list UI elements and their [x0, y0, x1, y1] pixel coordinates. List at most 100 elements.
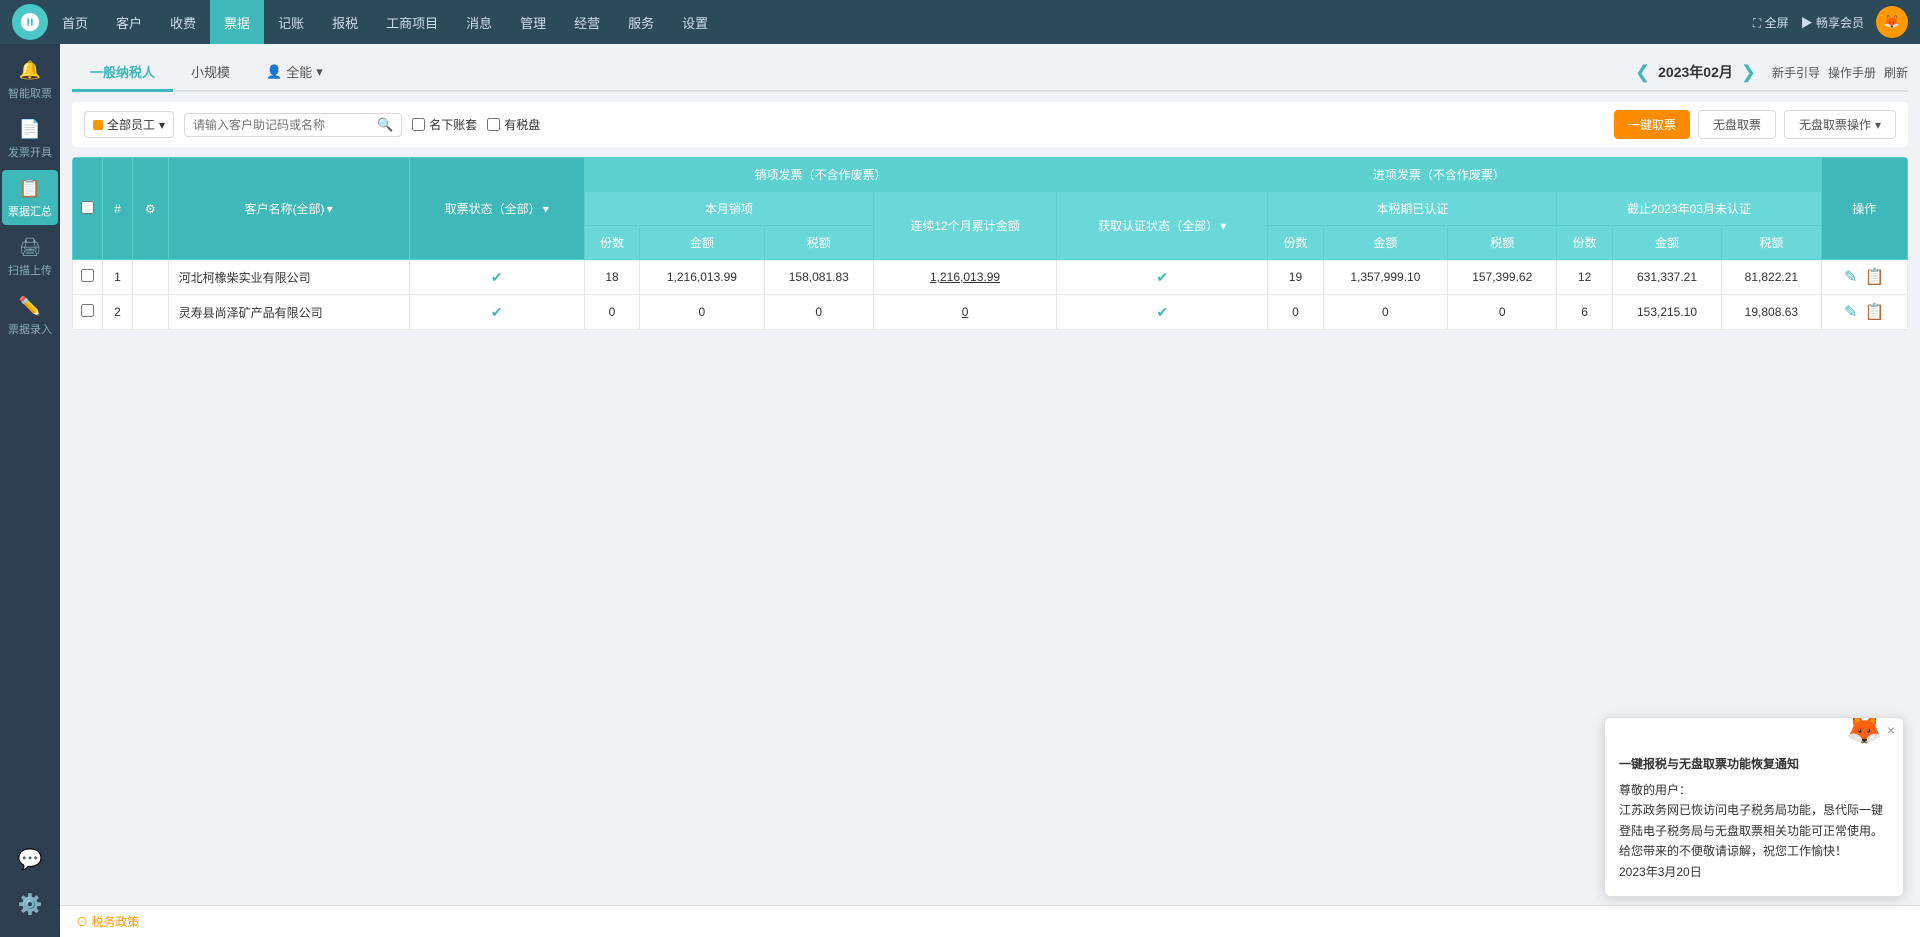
tax-policy-link[interactable]: ⊙ 税务政策 [76, 913, 139, 930]
notif-title: 一键报税与无盘取票功能恢复通知 [1619, 754, 1889, 774]
vip-btn[interactable]: ▶ 畅享会员 [1801, 14, 1864, 31]
new-guide-btn[interactable]: 新手引导 [1772, 64, 1820, 81]
tab-all-in-one[interactable]: 👤 全能 ▾ [248, 54, 341, 92]
employee-select[interactable]: 全部员工 ▾ [84, 111, 174, 138]
notif-close-btn[interactable]: × [1887, 722, 1895, 738]
row-tax2-1: 0 [1448, 295, 1557, 330]
row-tax-0: 158,081.83 [764, 260, 873, 295]
row-checkbox-0[interactable] [73, 260, 103, 295]
table-row: 1 河北柯橡柴实业有限公司 ✔ 18 1,216,013.99 158,081.… [73, 260, 1908, 295]
sidebar-item-invoice-open[interactable]: 📄 发票开具 [2, 111, 58, 166]
row-num-0: 1 [103, 260, 133, 295]
th-status: 取票状态（全部） ▾ [409, 158, 584, 260]
avatar[interactable]: 🦊 [1876, 6, 1908, 38]
nav-service[interactable]: 服务 [614, 0, 668, 44]
refresh-btn[interactable]: 刷新 [1884, 64, 1908, 81]
tax-disk-label: 有税盘 [504, 116, 540, 133]
checkbox-tax-disk[interactable]: 有税盘 [487, 116, 540, 133]
row-cumulative-0: 1,216,013.99 [873, 260, 1056, 295]
nav-tickets[interactable]: 票据 [210, 0, 264, 44]
select-all-checkbox[interactable] [81, 201, 94, 214]
no-disk-ticket-btn[interactable]: 无盘取票 [1698, 110, 1776, 139]
table-row: 2 灵寿县尚泽矿产品有限公司 ✔ 0 0 0 0 ✔ 0 0 0 6 153,2… [73, 295, 1908, 330]
main-table: # ⚙ 客户名称(全部) ▾ 取票状态（全部） ▾ 销项 [72, 157, 1908, 330]
row-tax3-1: 19,808.63 [1722, 295, 1821, 330]
row-cert-status-1: ✔ [1057, 295, 1268, 330]
nav-settings[interactable]: 设置 [668, 0, 722, 44]
tab-general-taxpayer[interactable]: 一般纳税人 [72, 54, 173, 92]
row-shares2-0: 19 [1268, 260, 1323, 295]
row-amount2-1: 0 [1323, 295, 1447, 330]
th-amount: 金额 [640, 226, 764, 260]
edit-icon-0[interactable]: ✎ [1844, 269, 1857, 286]
edit-icon-1[interactable]: ✎ [1844, 304, 1857, 321]
logo[interactable] [12, 4, 48, 40]
th-uncertified: 截止2023年03月未认证 [1557, 192, 1821, 226]
sidebar-item-ticket-entry[interactable]: ✏️ 票据录入 [2, 288, 58, 343]
filter-icon-status[interactable]: ▾ [543, 202, 549, 216]
nav-home[interactable]: 首页 [48, 0, 102, 44]
copy-icon-1[interactable]: 📋 [1865, 304, 1885, 321]
sidebar-label-ticket-entry: 票据录入 [8, 321, 52, 337]
fullscreen-btn[interactable]: ⛶ 全屏 [1753, 14, 1789, 31]
checkbox-sub-account[interactable]: 名下账套 [412, 116, 477, 133]
nav-operation[interactable]: 经营 [560, 0, 614, 44]
sidebar-label-smart-ticket: 智能取票 [8, 85, 52, 101]
chat-icon[interactable]: 💬 [10, 839, 51, 880]
tab-small-scale[interactable]: 小规模 [173, 54, 248, 92]
search-icon[interactable]: 🔍 [377, 117, 393, 133]
manual-btn[interactable]: 操作手册 [1828, 64, 1876, 81]
period-label: 2023年02月 [1658, 62, 1733, 82]
nav-customer[interactable]: 客户 [102, 0, 156, 44]
chevron-down-icon[interactable]: ▾ [316, 64, 323, 80]
sidebar-bottom: 💬 ⚙️ [10, 839, 51, 937]
filter-icon-cert[interactable]: ▾ [1220, 219, 1226, 233]
row-shares3-1: 6 [1557, 295, 1612, 330]
row-amount-0: 1,216,013.99 [640, 260, 764, 295]
settings-icon[interactable]: ⚙️ [10, 884, 51, 925]
th-tax3: 税额 [1722, 226, 1821, 260]
sidebar-item-smart-ticket[interactable]: 🔔 智能取票 [2, 52, 58, 107]
row-cumulative-1: 0 [873, 295, 1056, 330]
sidebar-item-ticket-summary[interactable]: 📋 票据汇总 [2, 170, 58, 225]
smart-ticket-icon: 🔔 [19, 60, 41, 81]
filter-bar-right: 一键取票 无盘取票 无盘取票操作 ▾ [1614, 110, 1896, 139]
nav-message[interactable]: 消息 [452, 0, 506, 44]
filter-icon-customer[interactable]: ▾ [327, 202, 333, 216]
table-body: 1 河北柯橡柴实业有限公司 ✔ 18 1,216,013.99 158,081.… [73, 260, 1908, 330]
ticket-status-icon-1: ✔ [491, 304, 503, 320]
no-disk-operate-btn[interactable]: 无盘取票操作 ▾ [1784, 110, 1896, 139]
cumulative-link-0[interactable]: 1,216,013.99 [930, 270, 1000, 284]
copy-icon-0[interactable]: 📋 [1865, 269, 1885, 286]
th-certified: 本税期已认证 [1268, 192, 1557, 226]
notif-mascot: 🦊 [1846, 717, 1883, 747]
tab-actions: 新手引导 操作手册 刷新 [1772, 64, 1908, 81]
sidebar: 🔔 智能取票 📄 发票开具 📋 票据汇总 🖨 扫描上传 ✏️ 票据录入 💬 ⚙️ [0, 44, 60, 937]
tax-disk-checkbox[interactable] [487, 118, 500, 131]
next-period-btn[interactable]: ❯ [1741, 62, 1756, 83]
nav-accounting[interactable]: 记账 [264, 0, 318, 44]
ticket-entry-icon: ✏️ [19, 296, 41, 317]
sub-account-checkbox[interactable] [412, 118, 425, 131]
orange-dot-icon [93, 120, 103, 130]
dropdown-chevron-icon: ▾ [1875, 118, 1881, 132]
cumulative-link-1[interactable]: 0 [962, 305, 969, 319]
th-tax2: 税额 [1448, 226, 1557, 260]
row-tax-1: 0 [764, 295, 873, 330]
invoice-open-icon: 📄 [19, 119, 41, 140]
prev-period-btn[interactable]: ❮ [1635, 62, 1650, 83]
row-checkbox-1[interactable] [73, 295, 103, 330]
row-ticket-status-1: ✔ [409, 295, 584, 330]
sidebar-item-scan-upload[interactable]: 🖨 扫描上传 [2, 229, 58, 284]
nav-business[interactable]: 工商项目 [372, 0, 452, 44]
nav-manage[interactable]: 管理 [506, 0, 560, 44]
th-cumulative: 连续12个月累计金额 [873, 192, 1056, 260]
nav-fees[interactable]: 收费 [156, 0, 210, 44]
th-amount3: 金额 [1612, 226, 1721, 260]
search-input[interactable] [193, 118, 373, 132]
nav-tax[interactable]: 报税 [318, 0, 372, 44]
th-tax: 税额 [764, 226, 873, 260]
row-num-1: 2 [103, 295, 133, 330]
all-in-one-icon: 👤 [266, 64, 282, 80]
one-click-ticket-btn[interactable]: 一键取票 [1614, 110, 1690, 139]
